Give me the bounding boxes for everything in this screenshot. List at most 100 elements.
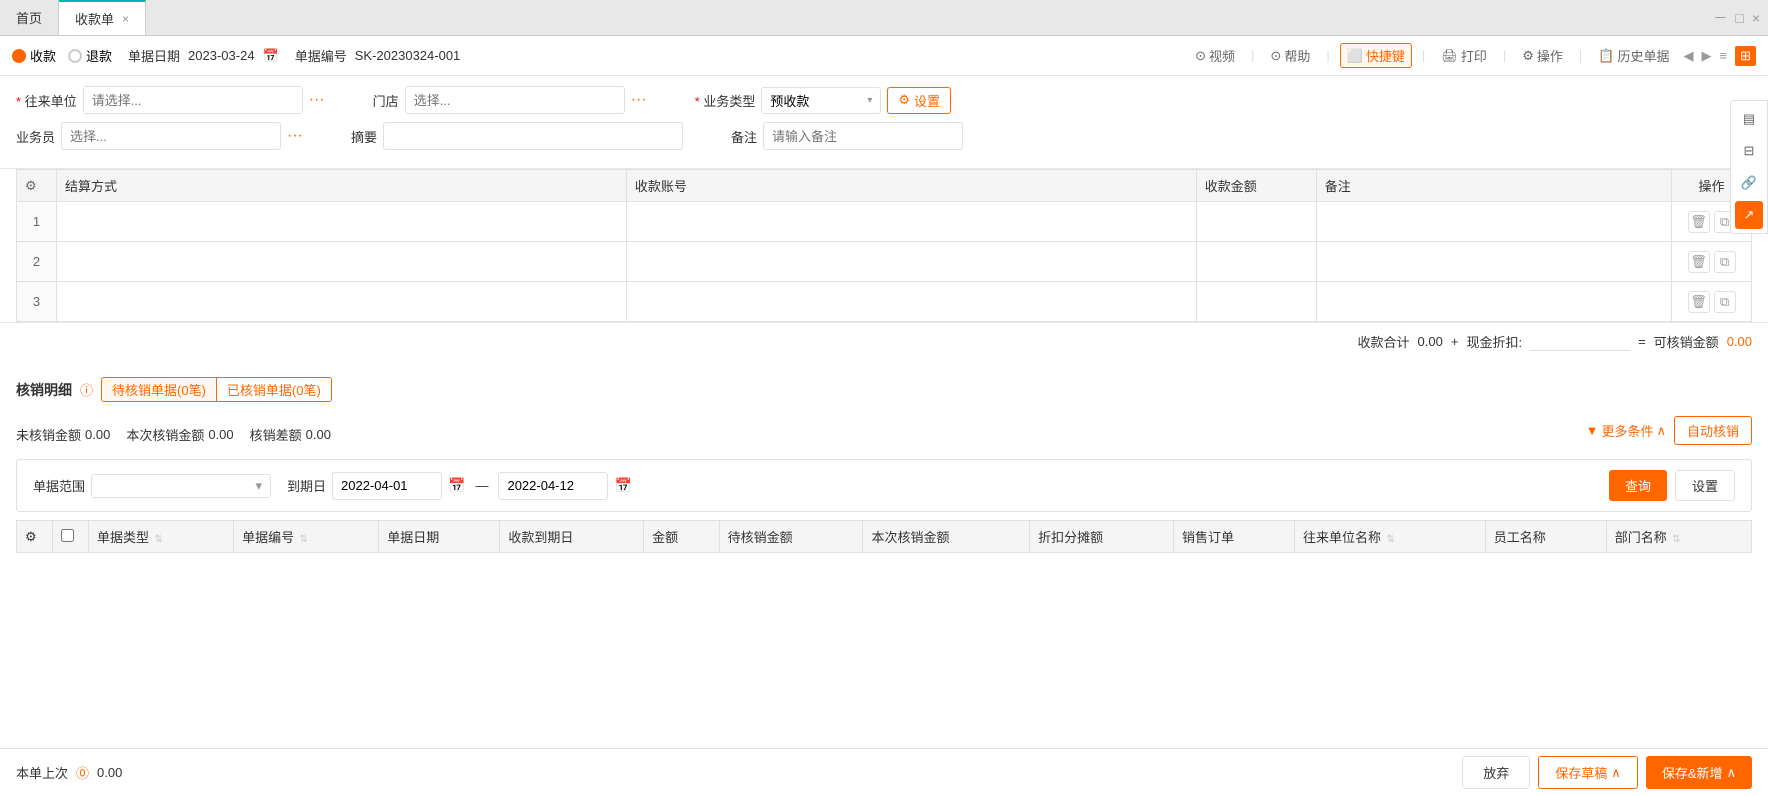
sidebar-icon-2[interactable]: ⊟ xyxy=(1735,137,1763,165)
salesperson-input[interactable] xyxy=(61,122,281,150)
settings-button[interactable]: ⚙ 设置 xyxy=(887,87,951,114)
nav-prev-icon[interactable]: ◀ xyxy=(1684,48,1694,64)
remark-input[interactable] xyxy=(763,122,963,150)
bth-sales-order: 销售订单 xyxy=(1173,521,1294,553)
row-2-amount[interactable] xyxy=(1196,242,1316,282)
row-1-settlement[interactable] xyxy=(57,202,627,242)
row-2-delete-btn[interactable]: 🗑 xyxy=(1688,251,1710,273)
plus-sign: + xyxy=(1451,334,1459,349)
more-conditions-label: 更多条件 xyxy=(1601,421,1653,440)
history-btn[interactable]: 📋 历史单据 xyxy=(1592,44,1675,67)
shortcut-btn[interactable]: ⬜ 快捷键 xyxy=(1340,43,1412,68)
row-1-account[interactable] xyxy=(626,202,1196,242)
video-btn[interactable]: ⊙ 视频 xyxy=(1189,44,1241,67)
receipt-radio[interactable]: 收款 xyxy=(12,46,56,65)
sidebar-icon-3[interactable]: 🔗 xyxy=(1735,169,1763,197)
bth-doc-type: 单据类型 ⇅ xyxy=(89,521,234,553)
due-date-label: 到期日 xyxy=(287,476,326,495)
row-3-settlement[interactable] xyxy=(57,282,627,322)
doc-date-calendar-icon[interactable]: 📅 xyxy=(263,48,279,64)
due-date-end-calendar-icon[interactable]: 📅 xyxy=(614,477,631,494)
last-order-icon[interactable]: ⓪ xyxy=(76,763,89,782)
store-input[interactable] xyxy=(405,86,625,114)
query-btn[interactable]: 查询 xyxy=(1609,470,1667,501)
window-close-icon[interactable]: × xyxy=(1752,10,1760,26)
save-new-chevron: ∧ xyxy=(1726,765,1736,781)
table-header-row: ⚙ 结算方式 收款账号 收款金额 备注 操作 xyxy=(17,170,1752,202)
bth-due-date-label: 收款到期日 xyxy=(508,530,573,545)
discard-btn[interactable]: 放弃 xyxy=(1462,756,1530,789)
bottom-gear-icon[interactable]: ⚙ xyxy=(25,529,37,544)
footer-right: 放弃 保存草稿 ∧ 保存&新增 ∧ xyxy=(1462,756,1752,789)
refund-radio-dot xyxy=(68,49,82,63)
footer-spacer xyxy=(0,563,1768,623)
row-2-account[interactable] xyxy=(626,242,1196,282)
help-btn[interactable]: ⊙ 帮助 xyxy=(1264,44,1316,67)
salesperson-more-icon[interactable]: ··· xyxy=(287,127,303,145)
doc-range-dropdown[interactable]: ▾ xyxy=(91,474,271,498)
counterpart-input[interactable] xyxy=(83,86,303,114)
bth-gear[interactable]: ⚙ xyxy=(17,521,53,553)
list-view-icon[interactable]: ≡ xyxy=(1720,48,1728,63)
save-new-btn[interactable]: 保存&新增 ∧ xyxy=(1646,756,1752,789)
salesperson-field: 业务员 ··· xyxy=(16,122,303,150)
th-remark-label: 备注 xyxy=(1325,179,1351,194)
summary-input[interactable] xyxy=(383,122,683,150)
discount-input[interactable] xyxy=(1530,331,1630,351)
row-2-copy-btn[interactable]: ⧉ xyxy=(1714,251,1736,273)
print-btn[interactable]: 🖨 打印 xyxy=(1435,44,1493,67)
th-gear[interactable]: ⚙ xyxy=(17,170,57,202)
row-2-settlement[interactable] xyxy=(57,242,627,282)
row-2-remark[interactable] xyxy=(1316,242,1671,282)
business-type-dropdown[interactable]: 预收款 ▾ xyxy=(761,87,881,114)
current-label: 本次核销金额 xyxy=(126,425,204,444)
uncancelled-label: 未核销金额 xyxy=(16,425,81,444)
row-3-remark[interactable] xyxy=(1316,282,1671,322)
row-1-remark[interactable] xyxy=(1316,202,1671,242)
row-3-copy-btn[interactable]: ⧉ xyxy=(1714,291,1736,313)
table-gear-icon[interactable]: ⚙ xyxy=(25,178,37,193)
due-date-end-input[interactable] xyxy=(498,472,608,500)
row-1-amount[interactable] xyxy=(1196,202,1316,242)
settings-label: 设置 xyxy=(914,91,940,110)
due-date-start-calendar-icon[interactable]: 📅 xyxy=(448,477,465,494)
doc-type-sort-icon[interactable]: ⇅ xyxy=(154,534,162,545)
grid-view-icon[interactable]: ⊞ xyxy=(1735,46,1756,66)
counterpart-sort-icon[interactable]: ⇅ xyxy=(1386,534,1394,545)
dept-sort-icon[interactable]: ⇅ xyxy=(1672,534,1680,545)
th-settlement-label: 结算方式 xyxy=(65,179,117,194)
row-3-delete-btn[interactable]: 🗑 xyxy=(1688,291,1710,313)
bth-checkbox[interactable] xyxy=(53,521,89,553)
filter-bar: ▼ 更多条件 ∧ 自动核销 xyxy=(1586,416,1752,445)
writeoff-info-icon[interactable]: ⓘ xyxy=(80,380,93,399)
doc-no-sort-icon[interactable]: ⇅ xyxy=(300,534,308,545)
row-1-delete-btn[interactable]: 🗑 xyxy=(1688,211,1710,233)
tab-home[interactable]: 首页 xyxy=(0,0,59,35)
row-3-amount[interactable] xyxy=(1196,282,1316,322)
bth-current: 本次核销金额 xyxy=(863,521,1030,553)
row-3-action-btns: 🗑 ⧉ xyxy=(1680,291,1743,313)
select-all-checkbox[interactable] xyxy=(61,529,74,542)
form-row-1: 往来单位 ··· 门店 ··· 业务类型 预收款 ▾ ⚙ 设置 xyxy=(16,86,1752,114)
tab-done[interactable]: 已核销单据(0笔) xyxy=(216,377,332,402)
store-more-icon[interactable]: ··· xyxy=(631,91,647,109)
operation-btn[interactable]: ⚙ 操作 xyxy=(1516,44,1569,67)
save-draft-btn[interactable]: 保存草稿 ∧ xyxy=(1538,756,1638,789)
tab-current[interactable]: 收款单 × xyxy=(59,0,146,35)
more-conditions-btn[interactable]: ▼ 更多条件 ∧ xyxy=(1586,421,1666,440)
tab-close-icon[interactable]: × xyxy=(122,12,129,26)
nav-next-icon[interactable]: ▶ xyxy=(1702,48,1712,64)
auto-writeoff-btn[interactable]: 自动核销 xyxy=(1674,416,1752,445)
counterpart-more-icon[interactable]: ··· xyxy=(309,91,325,109)
sidebar-icon-1[interactable]: ▤ xyxy=(1735,105,1763,133)
sidebar-table-icon: ⊟ xyxy=(1744,143,1755,159)
writeoff-settings-btn[interactable]: 设置 xyxy=(1675,470,1735,501)
row-3-account[interactable] xyxy=(626,282,1196,322)
tab-pending[interactable]: 待核销单据(0笔) xyxy=(101,377,217,402)
sidebar-icon-4[interactable]: ↗ xyxy=(1735,201,1763,229)
maximize-icon[interactable]: □ xyxy=(1735,10,1743,26)
refund-radio[interactable]: 退款 xyxy=(68,46,112,65)
due-date-start-input[interactable] xyxy=(332,472,442,500)
minimize-icon[interactable]: － xyxy=(1713,8,1727,28)
video-icon: ⊙ xyxy=(1195,48,1206,64)
